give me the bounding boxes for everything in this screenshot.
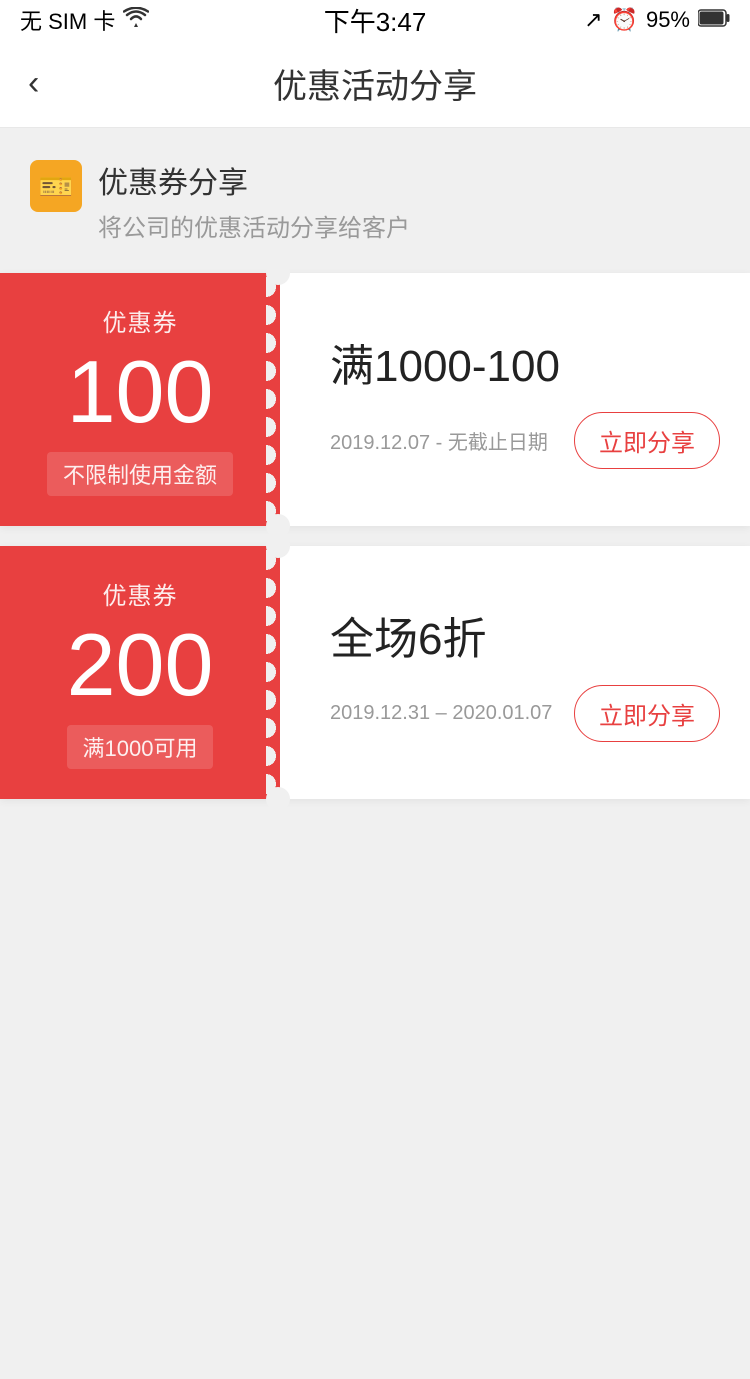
share-button-2[interactable]: 立即分享 — [574, 685, 720, 742]
section-text: 优惠券分享 将公司的优惠活动分享给客户 — [98, 158, 410, 243]
coupon-amount-1: 100 — [67, 348, 214, 436]
bottom-area — [0, 819, 750, 1379]
coupon-date-2: 2019.12.31 – 2020.01.07 — [330, 702, 552, 725]
coupon-right-1: 满1000-100 2019.12.07 - 无截止日期 立即分享 — [280, 273, 750, 526]
share-button-1[interactable]: 立即分享 — [574, 412, 720, 469]
coupon-list: 优惠券 100 不限制使用金额 满1000-100 2019.12.07 - 无… — [0, 263, 750, 799]
coupon-card-2: 优惠券 200 满1000可用 全场6折 2019.12.31 – 2020.0… — [0, 546, 750, 799]
coupon-date-1: 2019.12.07 - 无截止日期 — [330, 426, 548, 455]
coupon-left-1: 优惠券 100 不限制使用金额 — [0, 273, 280, 526]
coupon-bottom-2: 2019.12.31 – 2020.01.07 立即分享 — [330, 685, 720, 742]
status-left: 无 SIM 卡 — [20, 4, 149, 36]
coupon-name-1: 满1000-100 — [330, 330, 720, 394]
page-title: 优惠活动分享 — [273, 59, 477, 108]
alarm-icon: ⏰ — [611, 7, 638, 33]
coupon-amount-2: 200 — [67, 621, 214, 709]
wifi-icon — [123, 7, 149, 33]
coupon-name-2: 全场6折 — [330, 603, 720, 667]
carrier-text: 无 SIM 卡 — [20, 4, 115, 36]
nav-bar: ‹ 优惠活动分享 — [0, 40, 750, 128]
section-subtitle: 将公司的优惠活动分享给客户 — [98, 208, 410, 243]
coupon-type-2: 优惠券 — [103, 576, 178, 611]
status-right: ↗ ⏰ 95% — [584, 7, 730, 33]
battery-icon — [698, 7, 730, 33]
back-button[interactable]: ‹ — [28, 64, 39, 103]
section-header: 🎫 优惠券分享 将公司的优惠活动分享给客户 — [0, 128, 750, 263]
battery-text: 95% — [646, 7, 690, 33]
coupon-left-2: 优惠券 200 满1000可用 — [0, 546, 280, 799]
status-bar: 无 SIM 卡 下午3:47 ↗ ⏰ 95% — [0, 0, 750, 40]
coupon-right-2: 全场6折 2019.12.31 – 2020.01.07 立即分享 — [280, 546, 750, 799]
coupon-condition-2: 满1000可用 — [67, 725, 214, 769]
location-icon: ↗ — [584, 7, 602, 33]
time-text: 下午3:47 — [324, 7, 427, 37]
coupon-card-1: 优惠券 100 不限制使用金额 满1000-100 2019.12.07 - 无… — [0, 273, 750, 526]
time-display: 下午3:47 — [324, 2, 427, 39]
section-heading: 优惠券分享 — [98, 158, 410, 202]
coupon-condition-1: 不限制使用金额 — [47, 452, 233, 496]
section-icon: 🎫 — [30, 160, 82, 212]
coupon-type-1: 优惠券 — [103, 303, 178, 338]
coupon-bottom-1: 2019.12.07 - 无截止日期 立即分享 — [330, 412, 720, 469]
